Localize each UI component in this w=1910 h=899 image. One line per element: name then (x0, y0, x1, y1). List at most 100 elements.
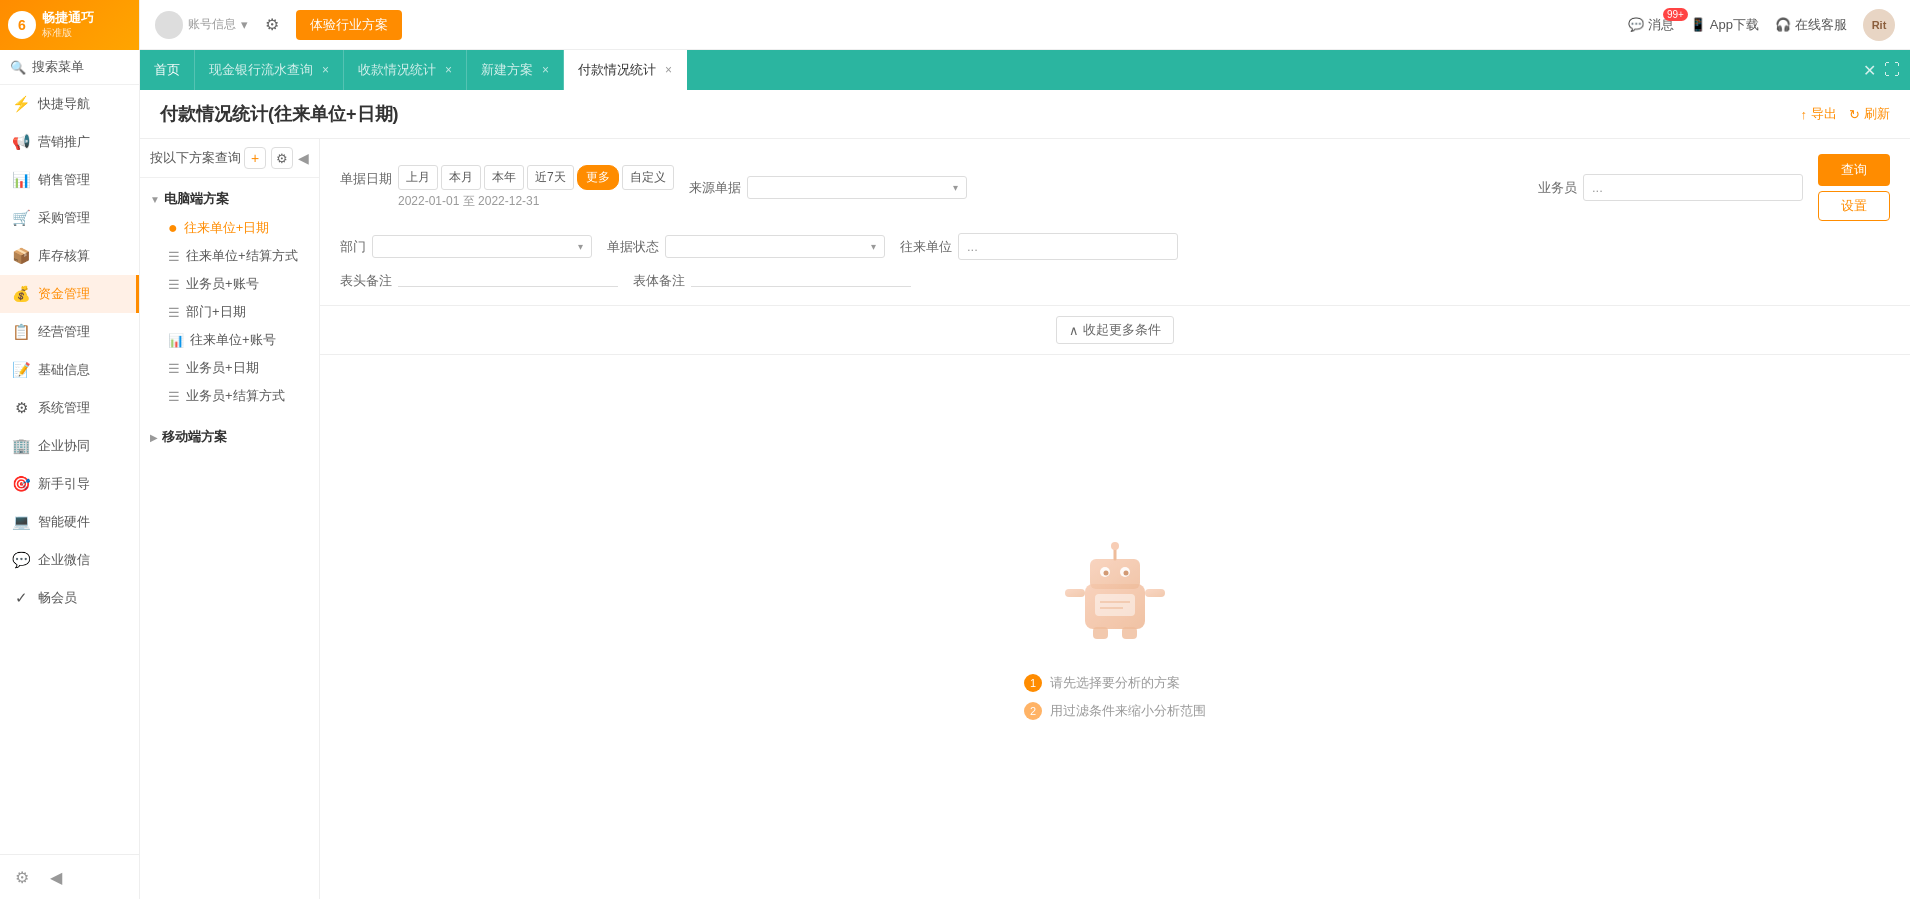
sidebar-item-operations[interactable]: 📋 经营管理 (0, 313, 139, 351)
dept-select[interactable]: ▾ (372, 235, 592, 258)
partner-input[interactable]: ... (958, 233, 1178, 260)
date-btn-this-year[interactable]: 本年 (484, 165, 524, 190)
tab-new-scheme-close[interactable]: × (542, 63, 549, 77)
date-controls: 上月 本月 本年 近7天 更多 自定义 2022-01-01 至 2022-12… (398, 165, 674, 210)
source-field: 来源单据 ▾ (689, 176, 1523, 199)
tip-2-num: 2 (1024, 702, 1042, 720)
tab-bank-flow-close[interactable]: × (322, 63, 329, 77)
hardware-icon: 💻 (12, 513, 30, 531)
body-note-input[interactable] (691, 276, 911, 287)
sidebar-item-system[interactable]: ⚙ 系统管理 (0, 389, 139, 427)
quick-nav-icon: ⚡ (12, 95, 30, 113)
tab-payment-stats-close[interactable]: × (665, 63, 672, 77)
tabs-close-btn[interactable]: ✕ (1863, 61, 1876, 80)
date-btn-last-7days[interactable]: 近7天 (527, 165, 574, 190)
trial-industry-btn[interactable]: 体验行业方案 (296, 10, 402, 40)
basic-icon: 📝 (12, 361, 30, 379)
scheme-item-partner-settle[interactable]: ☰ 往来单位+结算方式 (160, 242, 309, 270)
export-btn[interactable]: ↑ 导出 (1801, 105, 1838, 123)
tab-home[interactable]: 首页 (140, 50, 195, 90)
sidebar-item-quick-nav[interactable]: ⚡ 快捷导航 (0, 85, 139, 123)
scheme-items-desktop: ● 往来单位+日期 ☰ 往来单位+结算方式 ☰ 业务员+账号 ☰ (150, 214, 309, 410)
collapse-conditions-btn[interactable]: ∧ 收起更多条件 (1056, 316, 1174, 344)
dept-label: 部门 (340, 238, 366, 256)
topbar-settings-btn[interactable]: ⚙ (258, 11, 286, 39)
scheme-item-staff-settle[interactable]: ☰ 业务员+结算方式 (160, 382, 309, 410)
account-selector[interactable]: 账号信息 ▾ (155, 11, 248, 39)
date-field: 单据日期 上月 本月 本年 近7天 更多 自定义 20 (340, 165, 674, 210)
staff-input[interactable]: ... (1583, 174, 1803, 201)
sidebar-item-marketing[interactable]: 📢 营销推广 (0, 123, 139, 161)
date-btn-more[interactable]: 更多 (577, 165, 619, 190)
sidebar-item-enterprise[interactable]: 🏢 企业协同 (0, 427, 139, 465)
scheme-settings-btn[interactable]: ⚙ (271, 147, 293, 169)
query-btn[interactable]: 查询 (1818, 154, 1890, 186)
scheme-panel: 按以下方案查询 + ⚙ ◀ ▼ 电脑端方案 ● (140, 139, 320, 899)
online-service-btn[interactable]: 🎧 在线客服 (1775, 16, 1847, 34)
refresh-icon: ↻ (1849, 107, 1860, 122)
refresh-btn[interactable]: ↻ 刷新 (1849, 105, 1890, 123)
sidebar-header: 6 畅捷通巧 标准版 (0, 0, 139, 50)
sidebar-item-member[interactable]: ✓ 畅会员 (0, 579, 139, 617)
body-note-field: 表体备注 (633, 272, 911, 290)
source-select[interactable]: ▾ (747, 176, 967, 199)
date-btn-custom[interactable]: 自定义 (622, 165, 674, 190)
user-avatar[interactable]: Rit (1863, 9, 1895, 41)
sidebar-item-basic[interactable]: 📝 基础信息 (0, 351, 139, 389)
sidebar-item-inventory[interactable]: 📦 库存核算 (0, 237, 139, 275)
tabs-fullscreen-btn[interactable]: ⛶ (1884, 61, 1900, 79)
date-btn-last-month[interactable]: 上月 (398, 165, 438, 190)
doc-status-select[interactable]: ▾ (665, 235, 885, 258)
app-download-btn[interactable]: 📱 App下载 (1690, 16, 1759, 34)
scheme-item-staff-date[interactable]: ☰ 业务员+日期 (160, 354, 309, 382)
sidebar-item-beginner[interactable]: 🎯 新手引导 (0, 465, 139, 503)
scheme-collapse-btn[interactable]: ◀ (298, 150, 309, 166)
date-btn-this-month[interactable]: 本月 (441, 165, 481, 190)
filter-row-2: 部门 ▾ 单据状态 ▾ (340, 233, 1890, 260)
scheme-category-mobile: ▶ 移动端方案 (140, 416, 319, 458)
message-icon: 💬 (1628, 17, 1644, 32)
wechat-icon: 💬 (12, 551, 30, 569)
sidebar-item-sales[interactable]: 📊 销售管理 (0, 161, 139, 199)
sidebar: 6 畅捷通巧 标准版 🔍 搜索菜单 ⚡ 快捷导航 📢 营销推广 📊 销售管理 🛒… (0, 0, 140, 899)
scheme-category-header-desktop[interactable]: ▼ 电脑端方案 (150, 184, 309, 214)
tabs-bar: 首页 现金银行流水查询 × 收款情况统计 × 新建方案 × 付款情况统计 × ✕… (140, 50, 1910, 90)
tab-receipt-stats-close[interactable]: × (445, 63, 452, 77)
filter-settings-btn[interactable]: 设置 (1818, 191, 1890, 221)
tab-receipt-stats[interactable]: 收款情况统计 × (344, 50, 467, 90)
header-note-label: 表头备注 (340, 272, 392, 290)
filter-row-3: 表头备注 表体备注 (340, 272, 1890, 290)
tab-bank-flow[interactable]: 现金银行流水查询 × (195, 50, 344, 90)
scheme-item-dept-date[interactable]: ☰ 部门+日期 (160, 298, 309, 326)
source-dropdown-icon: ▾ (953, 182, 958, 193)
doc-status-field: 单据状态 ▾ (607, 235, 885, 258)
scheme-item-staff-account[interactable]: ☰ 业务员+账号 (160, 270, 309, 298)
footer-settings-icon[interactable]: ⚙ (10, 865, 34, 889)
account-dropdown-icon[interactable]: ▾ (241, 17, 248, 32)
scheme-add-btn[interactable]: + (244, 147, 266, 169)
scheme-item-partner-account[interactable]: 📊 往来单位+账号 (160, 326, 309, 354)
sidebar-item-purchase[interactable]: 🛒 采购管理 (0, 199, 139, 237)
svg-point-7 (1111, 542, 1119, 550)
app-icon: 📱 (1690, 17, 1706, 32)
footer-collapse-icon[interactable]: ◀ (44, 865, 68, 889)
notification-btn[interactable]: 💬 消息 99+ (1628, 16, 1674, 34)
sidebar-item-finance[interactable]: 💰 资金管理 (0, 275, 139, 313)
header-note-input[interactable] (398, 276, 618, 287)
content-area: 单据日期 上月 本月 本年 近7天 更多 自定义 20 (320, 139, 1910, 899)
scheme-category-header-mobile[interactable]: ▶ 移动端方案 (150, 422, 309, 452)
logo-text: 畅捷通巧 标准版 (42, 10, 94, 40)
search-menu[interactable]: 🔍 搜索菜单 (0, 50, 139, 85)
service-icon: 🎧 (1775, 17, 1791, 32)
sidebar-item-hardware[interactable]: 💻 智能硬件 (0, 503, 139, 541)
scheme-item-partner-date[interactable]: ● 往来单位+日期 (160, 214, 309, 242)
body-note-label: 表体备注 (633, 272, 685, 290)
sidebar-nav: ⚡ 快捷导航 📢 营销推广 📊 销售管理 🛒 采购管理 📦 库存核算 💰 资金管… (0, 85, 139, 854)
main-panel: 账号信息 ▾ ⚙ 体验行业方案 💬 消息 99+ 📱 App下载 🎧 在线客服 … (140, 0, 1910, 899)
tab-payment-stats[interactable]: 付款情况统计 × (564, 50, 687, 90)
date-range-display: 2022-01-01 至 2022-12-31 (398, 193, 674, 210)
tab-new-scheme[interactable]: 新建方案 × (467, 50, 564, 90)
svg-rect-10 (1093, 627, 1108, 639)
empty-tip-1: 1 请先选择要分析的方案 (1024, 674, 1206, 692)
sidebar-item-wechat[interactable]: 💬 企业微信 (0, 541, 139, 579)
